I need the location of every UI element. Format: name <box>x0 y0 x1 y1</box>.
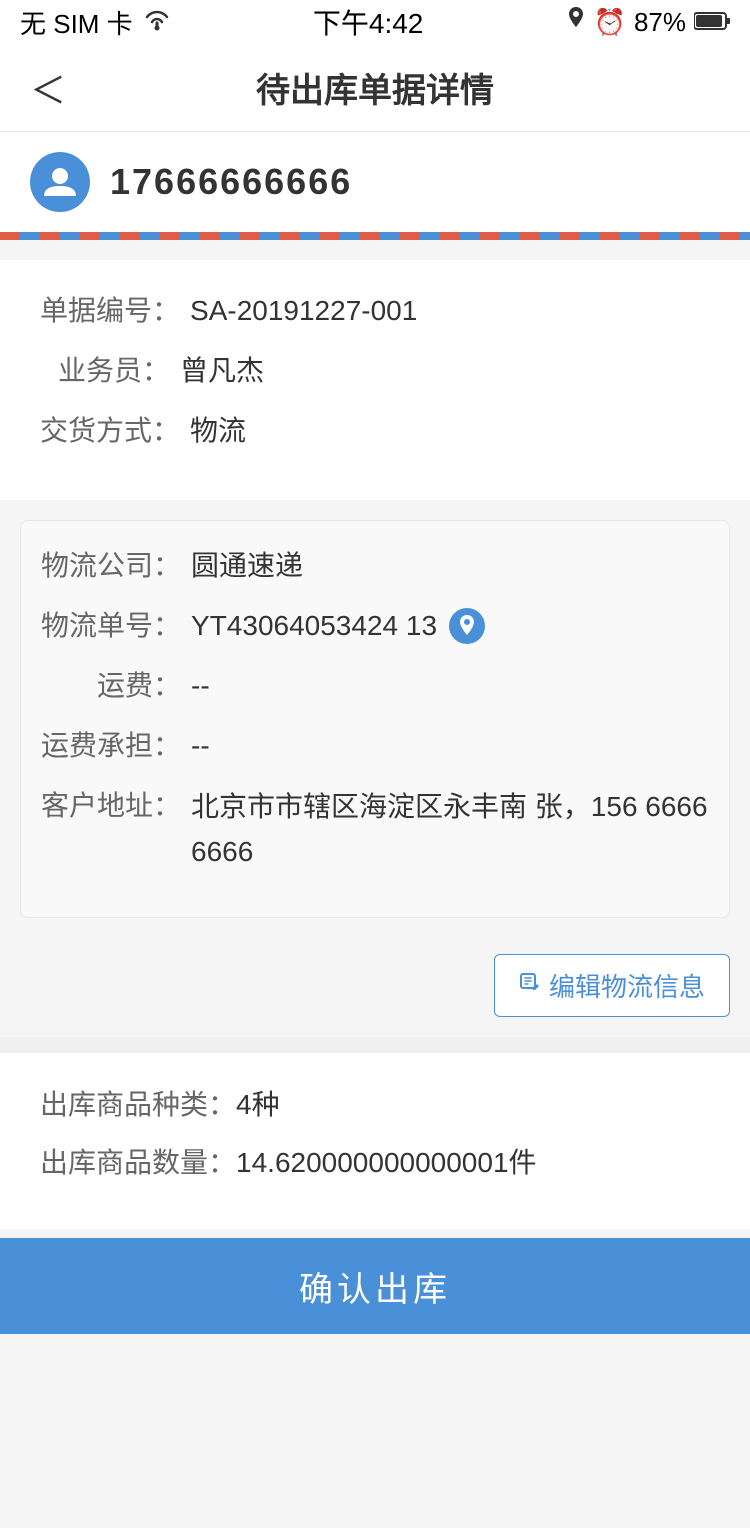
status-right: ⏰ 87% <box>566 7 730 38</box>
freight-bear-row: 运费承担： -- <box>41 725 709 767</box>
company-label: 物流公司： <box>41 545 181 587</box>
address-value: 北京市市辖区海淀区永丰南 张，156 6666 6666 <box>181 785 709 875</box>
user-avatar <box>30 152 90 212</box>
goods-type-row: 出库商品种类： 4种 <box>40 1083 710 1123</box>
carrier-label: 无 SIM 卡 <box>20 4 133 41</box>
page-title: 待出库单据详情 <box>256 63 494 112</box>
freight-value: -- <box>181 665 709 707</box>
location-icon <box>566 7 586 38</box>
edit-logistics-label: 编辑物流信息 <box>549 967 705 1004</box>
tracking-label: 物流单号： <box>41 605 181 647</box>
section-divider <box>0 1037 750 1053</box>
company-value: 圆通速递 <box>181 545 709 587</box>
confirm-bar[interactable]: 确认出库 <box>0 1238 750 1334</box>
address-label: 客户地址： <box>41 785 181 827</box>
nav-bar: ＜ 待出库单据详情 <box>0 44 750 132</box>
goods-type-value: 4种 <box>236 1083 280 1123</box>
dashed-divider <box>0 232 750 240</box>
document-row: 单据编号： SA-20191227-001 <box>40 290 710 332</box>
goods-section: 出库商品种类： 4种 出库商品数量： 14.620000000000001件 <box>0 1053 750 1229</box>
freight-bear-value: -- <box>181 725 709 767</box>
goods-quantity-value: 14.620000000000001件 <box>236 1141 537 1181</box>
bottom-spacer <box>0 1328 750 1528</box>
address-row: 客户地址： 北京市市辖区海淀区永丰南 张，156 6666 6666 <box>41 785 709 875</box>
salesman-label: 业务员： <box>40 350 170 392</box>
freight-label: 运费： <box>41 665 181 707</box>
battery-label: 87% <box>634 7 686 38</box>
tracking-number: YT43064053424 13 <box>191 605 437 647</box>
tracking-row: 物流单号： YT43064053424 13 <box>41 605 709 647</box>
document-label: 单据编号： <box>40 290 180 332</box>
delivery-value: 物流 <box>180 410 710 452</box>
goods-quantity-label: 出库商品数量： <box>40 1141 236 1181</box>
status-left: 无 SIM 卡 <box>20 4 171 41</box>
delivery-row: 交货方式： 物流 <box>40 410 710 452</box>
edit-logistics-button[interactable]: 编辑物流信息 <box>494 954 730 1017</box>
edit-icon <box>519 970 541 1001</box>
company-row: 物流公司： 圆通速递 <box>41 545 709 587</box>
salesman-value: 曾凡杰 <box>170 350 710 392</box>
salesman-row: 业务员： 曾凡杰 <box>40 350 710 392</box>
user-strip: 17666666666 <box>0 132 750 232</box>
alarm-icon: ⏰ <box>594 7 626 38</box>
user-phone: 17666666666 <box>110 161 352 203</box>
battery-icon <box>694 7 730 38</box>
document-value: SA-20191227-001 <box>180 290 710 332</box>
back-button[interactable]: ＜ <box>30 52 86 124</box>
tracking-value-container: YT43064053424 13 <box>181 605 709 647</box>
goods-quantity-row: 出库商品数量： 14.620000000000001件 <box>40 1141 710 1181</box>
logistics-card: 物流公司： 圆通速递 物流单号： YT43064053424 13 运费： --… <box>20 520 730 918</box>
edit-btn-row: 编辑物流信息 <box>0 938 750 1037</box>
basic-info-section: 单据编号： SA-20191227-001 业务员： 曾凡杰 交货方式： 物流 <box>0 260 750 500</box>
delivery-label: 交货方式： <box>40 410 180 452</box>
wifi-icon <box>143 7 171 38</box>
map-pin-icon[interactable] <box>449 608 485 644</box>
time-label: 下午4:42 <box>313 2 424 42</box>
status-bar: 无 SIM 卡 下午4:42 ⏰ 87% <box>0 0 750 44</box>
freight-row: 运费： -- <box>41 665 709 707</box>
freight-bear-label: 运费承担： <box>41 725 181 767</box>
goods-type-label: 出库商品种类： <box>40 1083 236 1123</box>
confirm-label: 确认出库 <box>299 1262 451 1311</box>
